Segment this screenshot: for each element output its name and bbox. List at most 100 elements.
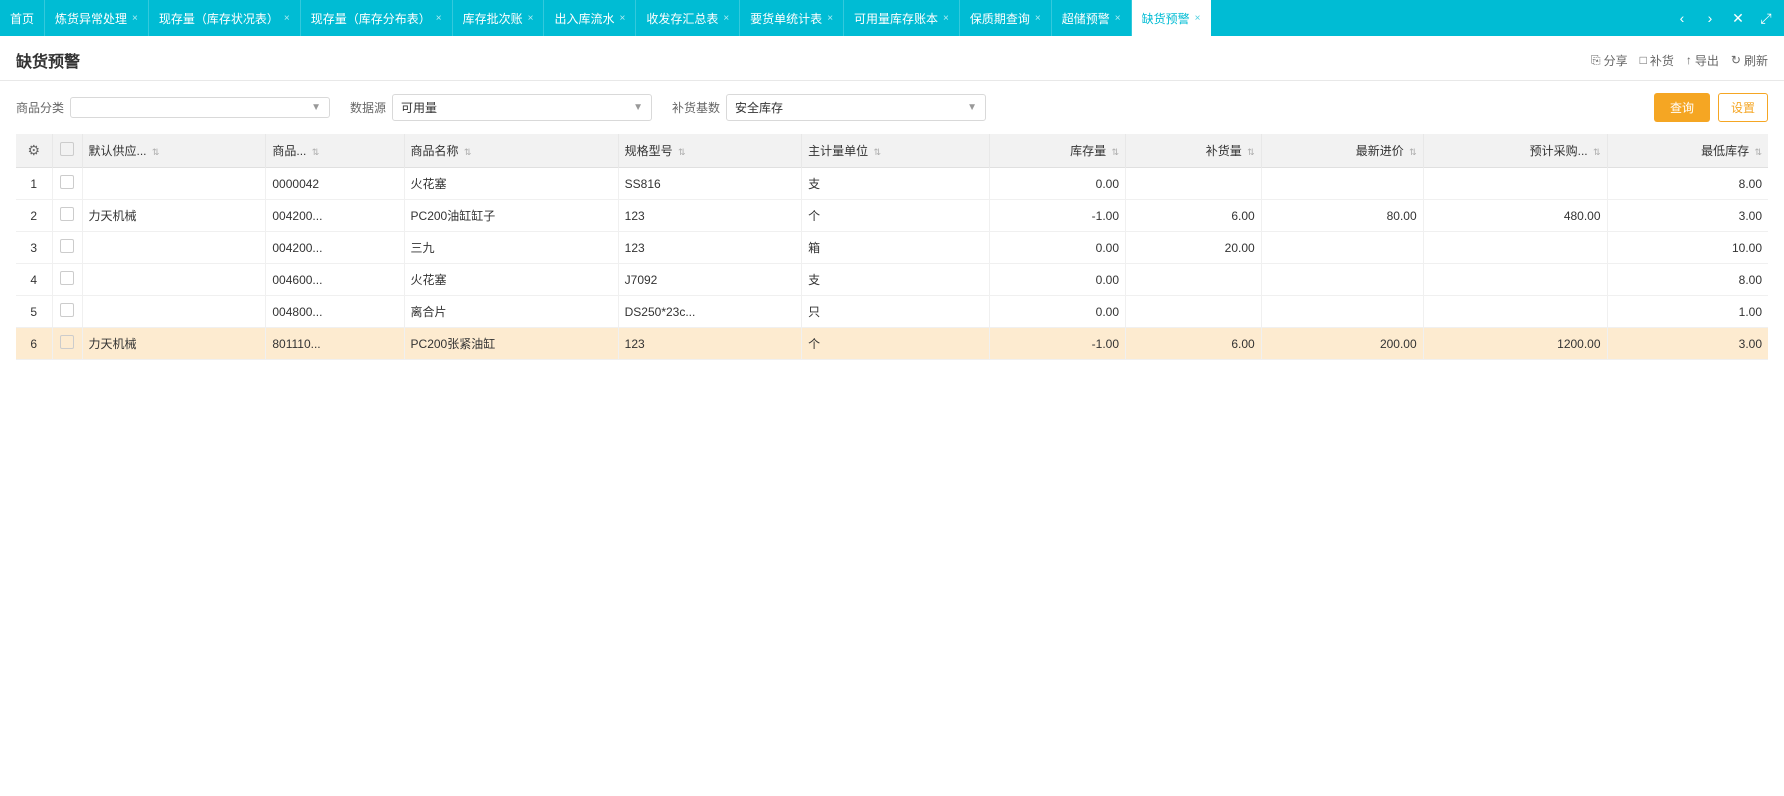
page-title: 缺货预警 [16,48,1591,72]
cell-code: 004800... [266,296,404,328]
cell-checkbox[interactable] [52,328,82,360]
close-available-ledger-icon[interactable]: × [943,13,949,24]
cell-stock: 0.00 [990,168,1126,200]
replenish-label: 补货 [1650,52,1674,69]
cell-unit: 箱 [802,232,990,264]
refresh-button[interactable]: ↻ 刷新 [1731,52,1768,69]
th-name-label: 商品名称 [411,144,459,158]
export-button[interactable]: ↑ 导出 [1686,52,1719,69]
close-order-stats-icon[interactable]: × [827,13,833,24]
tab-inventory-status[interactable]: 现存量（库存状况表） × [149,0,301,36]
th-settings[interactable]: ⚙ [16,134,52,168]
replenish-base-select[interactable]: 安全库存 ▼ [726,94,986,121]
cell-unit: 只 [802,296,990,328]
tab-available-ledger[interactable]: 可用量库存账本 × [844,0,960,36]
th-name[interactable]: 商品名称 ⇅ [404,134,618,168]
nav-close-button[interactable]: ✕ [1724,4,1752,32]
tab-order-stats[interactable]: 要货单统计表 × [740,0,844,36]
cell-checkbox[interactable] [52,232,82,264]
row-checkbox[interactable] [60,207,74,221]
cell-supplier [82,296,266,328]
nav-maximize-button[interactable]: ⤢ [1752,4,1780,32]
cell-unit: 支 [802,168,990,200]
th-latest-price-label: 最新进价 [1356,144,1404,158]
nav-next-button[interactable]: › [1696,4,1724,32]
cell-checkbox[interactable] [52,200,82,232]
cell-replenish: 6.00 [1126,200,1262,232]
tab-collect-summary[interactable]: 收发存汇总表 × [636,0,740,36]
page-header: 缺货预警 ⎘ 分享 □ 补货 ↑ 导出 ↻ 刷新 [0,36,1784,81]
close-overstock-icon[interactable]: × [1115,13,1121,24]
category-select[interactable]: ▼ [70,97,330,118]
tab-home[interactable]: 首页 [0,0,45,36]
th-min-stock[interactable]: 最低库存 ⇅ [1607,134,1768,168]
th-supplier[interactable]: 默认供应... ⇅ [82,134,266,168]
filter-actions: 查询 设置 [1654,93,1768,122]
datasource-select[interactable]: 可用量 ▼ [392,94,652,121]
th-unit[interactable]: 主计量单位 ⇅ [802,134,990,168]
share-icon: ⎘ [1591,53,1601,68]
table-row[interactable]: 2 力天机械 004200... PC200油缸缸子 123 个 -1.00 6… [16,200,1768,232]
close-inventory-dist-icon[interactable]: × [436,13,442,24]
cell-num: 2 [16,200,52,232]
close-collect-summary-icon[interactable]: × [723,13,729,24]
close-expiry-query-icon[interactable]: × [1035,13,1041,24]
table-row[interactable]: 6 力天机械 801110... PC200张紧油缸 123 个 -1.00 6… [16,328,1768,360]
sort-name-icon: ⇅ [464,147,472,157]
tab-inout-flow[interactable]: 出入库流水 × [544,0,636,36]
cell-checkbox[interactable] [52,264,82,296]
table-row[interactable]: 1 0000042 火花塞 SS816 支 0.00 8.00 [16,168,1768,200]
row-checkbox[interactable] [60,271,74,285]
select-all-checkbox[interactable] [60,142,74,156]
cell-num: 6 [16,328,52,360]
th-checkbox[interactable] [52,134,82,168]
cell-est-purchase: 1200.00 [1423,328,1607,360]
nav-prev-button[interactable]: ‹ [1668,4,1696,32]
cell-checkbox[interactable] [52,296,82,328]
replenish-button[interactable]: □ 补货 [1640,52,1674,69]
th-spec[interactable]: 规格型号 ⇅ [618,134,801,168]
th-code[interactable]: 商品... ⇅ [266,134,404,168]
tab-batch-account[interactable]: 库存批次账 × [453,0,545,36]
cell-est-purchase [1423,264,1607,296]
tab-abnormal[interactable]: 炼货异常处理 × [45,0,149,36]
datasource-label: 数据源 [350,99,386,116]
th-latest-price[interactable]: 最新进价 ⇅ [1261,134,1423,168]
th-est-purchase[interactable]: 预计采购... ⇅ [1423,134,1607,168]
table-row[interactable]: 4 004600... 火花塞 J7092 支 0.00 8.00 [16,264,1768,296]
category-label: 商品分类 [16,99,64,116]
cell-min-stock: 8.00 [1607,264,1768,296]
close-inventory-status-icon[interactable]: × [284,13,290,24]
sort-supplier-icon: ⇅ [152,147,160,157]
cell-supplier [82,232,266,264]
share-button[interactable]: ⎘ 分享 [1591,52,1628,69]
close-inout-flow-icon[interactable]: × [619,13,625,24]
row-checkbox[interactable] [60,303,74,317]
row-checkbox[interactable] [60,175,74,189]
cell-code: 801110... [266,328,404,360]
tab-inventory-dist[interactable]: 现存量（库存分布表） × [301,0,453,36]
tab-expiry-query[interactable]: 保质期查询 × [960,0,1052,36]
th-replenish[interactable]: 补货量 ⇅ [1126,134,1262,168]
cell-supplier: 力天机械 [82,328,266,360]
tab-overstock[interactable]: 超储预警 × [1052,0,1132,36]
table-row[interactable]: 3 004200... 三九 123 箱 0.00 20.00 10.00 [16,232,1768,264]
query-button[interactable]: 查询 [1654,93,1710,122]
cell-checkbox[interactable] [52,168,82,200]
th-stock[interactable]: 库存量 ⇅ [990,134,1126,168]
tab-inventory-status-label: 现存量（库存状况表） [159,10,279,27]
settings-icon[interactable]: ⚙ [27,142,40,158]
row-checkbox[interactable] [60,335,74,349]
cell-spec: 123 [618,328,801,360]
close-batch-account-icon[interactable]: × [528,13,534,24]
tab-shortage[interactable]: 缺货预警 × [1132,0,1212,36]
row-checkbox[interactable] [60,239,74,253]
close-shortage-icon[interactable]: × [1195,13,1201,24]
settings-button[interactable]: 设置 [1718,93,1768,122]
cell-num: 3 [16,232,52,264]
close-abnormal-icon[interactable]: × [132,13,138,24]
cell-num: 4 [16,264,52,296]
cell-name: 离合片 [404,296,618,328]
table-row[interactable]: 5 004800... 离合片 DS250*23c... 只 0.00 1.00 [16,296,1768,328]
sort-spec-icon: ⇅ [678,147,686,157]
